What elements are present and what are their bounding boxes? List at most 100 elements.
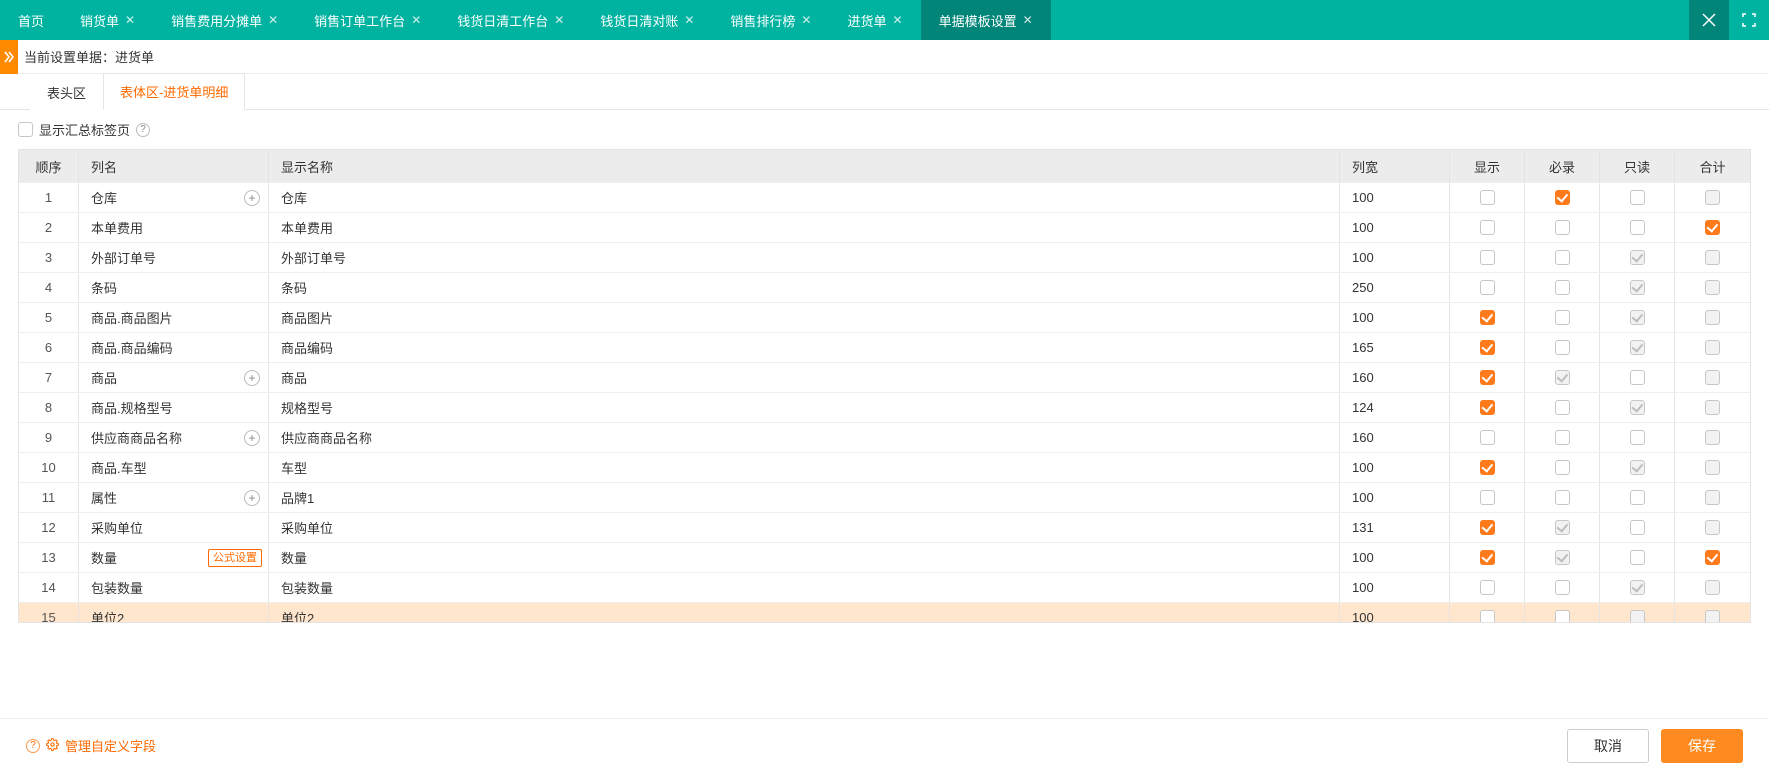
table-row[interactable]: 7商品+商品160: [19, 362, 1750, 392]
cell-display-name[interactable]: 商品编码: [269, 333, 1340, 362]
close-tab-icon[interactable]: ✕: [125, 13, 135, 27]
cell-display-name[interactable]: 数量: [269, 543, 1340, 572]
readonly-checkbox[interactable]: [1630, 370, 1645, 385]
top-tab[interactable]: 销货单✕: [62, 0, 153, 40]
show-checkbox[interactable]: [1480, 280, 1495, 295]
close-tab-icon[interactable]: ✕: [554, 13, 564, 27]
cell-width[interactable]: 165: [1340, 333, 1450, 362]
top-tab[interactable]: 钱货日清对账✕: [582, 0, 712, 40]
top-tab[interactable]: 单据模板设置✕: [921, 0, 1051, 40]
cell-display-name[interactable]: 车型: [269, 453, 1340, 482]
table-row[interactable]: 14包装数量包装数量100: [19, 572, 1750, 602]
top-tab[interactable]: 进货单✕: [829, 0, 920, 40]
cell-display-name[interactable]: 商品: [269, 363, 1340, 392]
show-checkbox[interactable]: [1480, 520, 1495, 535]
cell-width[interactable]: 131: [1340, 513, 1450, 542]
cell-width[interactable]: 160: [1340, 363, 1450, 392]
required-checkbox[interactable]: [1555, 400, 1570, 415]
table-row[interactable]: 9供应商商品名称+供应商商品名称160: [19, 422, 1750, 452]
show-checkbox[interactable]: [1480, 430, 1495, 445]
formula-settings-button[interactable]: 公式设置: [208, 549, 262, 567]
required-checkbox[interactable]: [1555, 430, 1570, 445]
readonly-checkbox[interactable]: [1630, 550, 1645, 565]
show-summary-tab-checkbox[interactable]: [18, 122, 33, 137]
top-tab[interactable]: 首页: [0, 0, 62, 40]
cell-display-name[interactable]: 采购单位: [269, 513, 1340, 542]
cell-width[interactable]: 100: [1340, 303, 1450, 332]
show-checkbox[interactable]: [1480, 310, 1495, 325]
close-all-tabs-button[interactable]: [1689, 0, 1729, 40]
expand-sidebar-chevron[interactable]: [0, 40, 18, 74]
show-checkbox[interactable]: [1480, 340, 1495, 355]
cell-width[interactable]: 100: [1340, 573, 1450, 602]
required-checkbox[interactable]: [1555, 490, 1570, 505]
readonly-checkbox[interactable]: [1630, 220, 1645, 235]
readonly-checkbox[interactable]: [1630, 490, 1645, 505]
subtab[interactable]: 表头区: [30, 74, 103, 110]
add-child-icon[interactable]: +: [244, 430, 260, 446]
table-row[interactable]: 13数量公式设置数量100: [19, 542, 1750, 572]
show-checkbox[interactable]: [1480, 580, 1495, 595]
table-row[interactable]: 1仓库+仓库100: [19, 182, 1750, 212]
table-row[interactable]: 5商品.商品图片商品图片100: [19, 302, 1750, 332]
top-tab[interactable]: 销售排行榜✕: [712, 0, 829, 40]
cell-width[interactable]: 100: [1340, 183, 1450, 212]
table-row[interactable]: 12采购单位采购单位131: [19, 512, 1750, 542]
table-row[interactable]: 15单位2单位2100: [19, 602, 1750, 622]
close-tab-icon[interactable]: ✕: [268, 13, 278, 27]
table-row[interactable]: 3外部订单号外部订单号100: [19, 242, 1750, 272]
required-checkbox[interactable]: [1555, 340, 1570, 355]
table-row[interactable]: 11属性+品牌1100: [19, 482, 1750, 512]
cell-width[interactable]: 250: [1340, 273, 1450, 302]
show-checkbox[interactable]: [1480, 400, 1495, 415]
required-checkbox[interactable]: [1555, 220, 1570, 235]
table-row[interactable]: 2本单费用本单费用100: [19, 212, 1750, 242]
show-checkbox[interactable]: [1480, 460, 1495, 475]
show-checkbox[interactable]: [1480, 550, 1495, 565]
cell-display-name[interactable]: 外部订单号: [269, 243, 1340, 272]
required-checkbox[interactable]: [1555, 460, 1570, 475]
add-child-icon[interactable]: +: [244, 370, 260, 386]
required-checkbox[interactable]: [1555, 610, 1570, 622]
readonly-checkbox[interactable]: [1630, 520, 1645, 535]
save-button[interactable]: 保存: [1661, 729, 1743, 763]
cell-width[interactable]: 100: [1340, 543, 1450, 572]
cell-width[interactable]: 124: [1340, 393, 1450, 422]
add-child-icon[interactable]: +: [244, 490, 260, 506]
cell-display-name[interactable]: 条码: [269, 273, 1340, 302]
show-checkbox[interactable]: [1480, 250, 1495, 265]
required-checkbox[interactable]: [1555, 190, 1570, 205]
sum-checkbox[interactable]: [1705, 550, 1720, 565]
close-tab-icon[interactable]: ✕: [801, 13, 811, 27]
add-child-icon[interactable]: +: [244, 190, 260, 206]
manage-custom-fields-link[interactable]: ? 管理自定义字段: [26, 736, 156, 755]
cell-display-name[interactable]: 单位2: [269, 603, 1340, 622]
cancel-button[interactable]: 取消: [1567, 729, 1649, 763]
show-checkbox[interactable]: [1480, 220, 1495, 235]
cell-display-name[interactable]: 本单费用: [269, 213, 1340, 242]
readonly-checkbox[interactable]: [1630, 430, 1645, 445]
show-checkbox[interactable]: [1480, 190, 1495, 205]
show-checkbox[interactable]: [1480, 370, 1495, 385]
cell-display-name[interactable]: 供应商商品名称: [269, 423, 1340, 452]
close-tab-icon[interactable]: ✕: [684, 13, 694, 27]
top-tab[interactable]: 钱货日清工作台✕: [439, 0, 582, 40]
show-checkbox[interactable]: [1480, 610, 1495, 622]
cell-width[interactable]: 100: [1340, 603, 1450, 622]
cell-width[interactable]: 100: [1340, 453, 1450, 482]
cell-display-name[interactable]: 仓库: [269, 183, 1340, 212]
sum-checkbox[interactable]: [1705, 220, 1720, 235]
close-tab-icon[interactable]: ✕: [411, 13, 421, 27]
close-tab-icon[interactable]: ✕: [893, 13, 903, 27]
cell-width[interactable]: 100: [1340, 483, 1450, 512]
top-tab[interactable]: 销售费用分摊单✕: [153, 0, 296, 40]
table-row[interactable]: 4条码条码250: [19, 272, 1750, 302]
help-icon[interactable]: ?: [136, 123, 150, 137]
required-checkbox[interactable]: [1555, 580, 1570, 595]
required-checkbox[interactable]: [1555, 280, 1570, 295]
show-checkbox[interactable]: [1480, 490, 1495, 505]
close-tab-icon[interactable]: ✕: [1023, 13, 1033, 27]
top-tab[interactable]: 销售订单工作台✕: [296, 0, 439, 40]
required-checkbox[interactable]: [1555, 250, 1570, 265]
cell-display-name[interactable]: 包装数量: [269, 573, 1340, 602]
